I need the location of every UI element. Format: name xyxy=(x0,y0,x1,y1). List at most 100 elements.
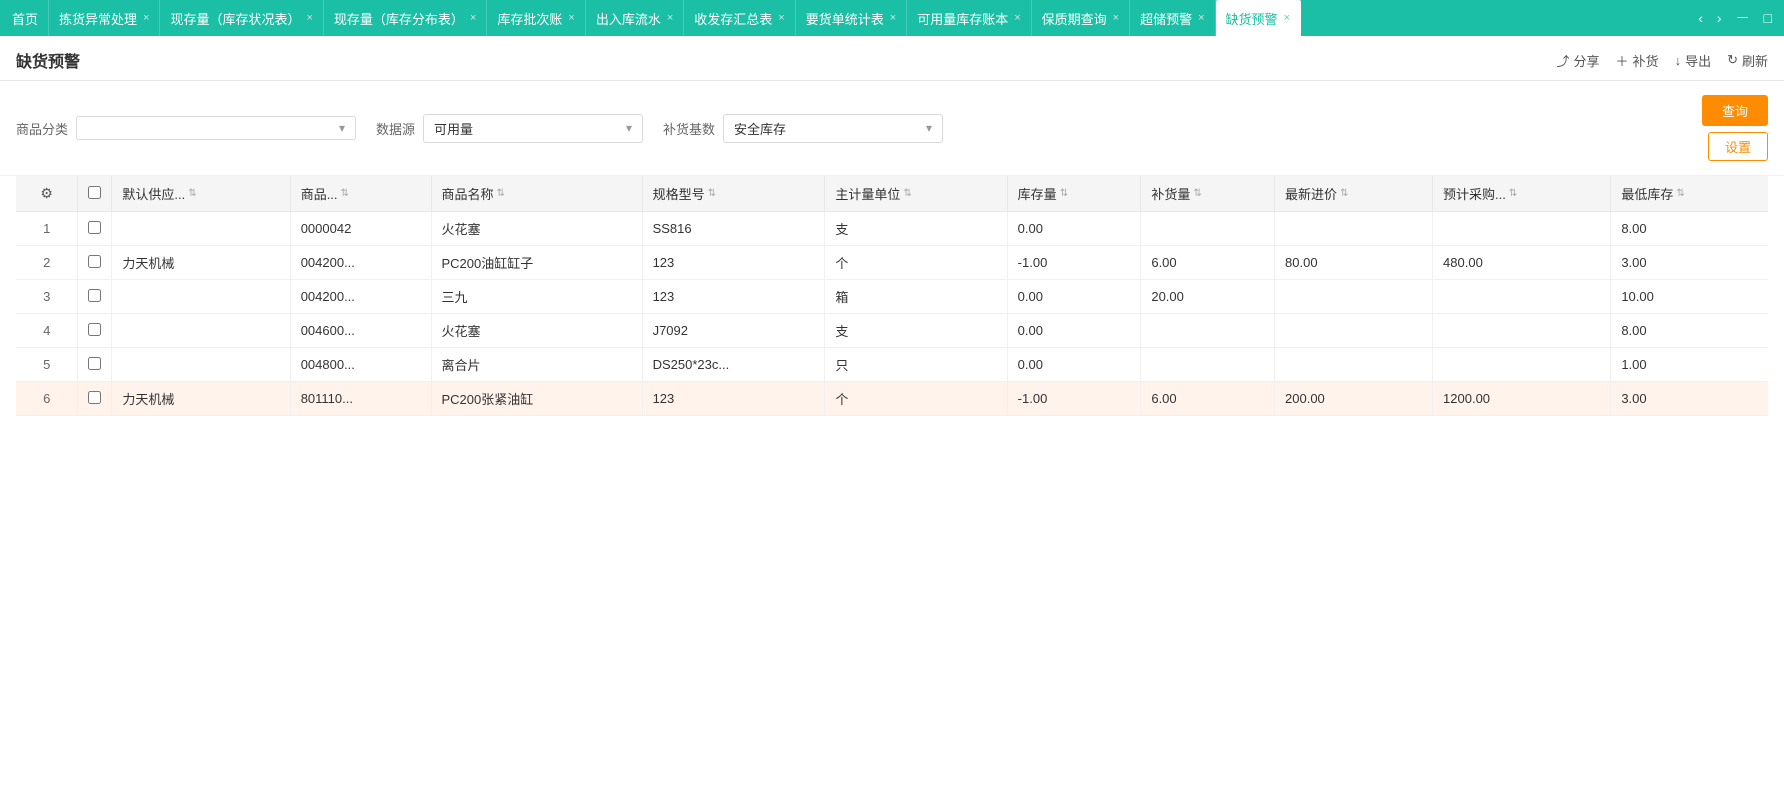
export-button[interactable]: ↓ 导出 xyxy=(1675,51,1712,70)
close-tab-available[interactable]: × xyxy=(1014,12,1020,24)
category-select[interactable]: ▾ xyxy=(76,116,356,140)
close-tab-inventory-dist[interactable]: × xyxy=(470,12,476,24)
tab-next-btn[interactable]: › xyxy=(1711,8,1728,28)
share-button[interactable]: ⤴ 分享 xyxy=(1557,51,1600,70)
settings-button[interactable]: 设置 xyxy=(1708,132,1768,161)
tab-shortage[interactable]: 缺货预警 × xyxy=(1216,0,1301,36)
th-code[interactable]: 商品... ⇅ xyxy=(290,176,431,212)
row-replenish-4 xyxy=(1141,314,1275,348)
th-supplier[interactable]: 默认供应... ⇅ xyxy=(112,176,290,212)
table-row: 6 力天机械 801110... PC200张紧油缸 123 个 -1.00 6… xyxy=(16,382,1768,416)
table-row: 3 004200... 三九 123 箱 0.00 20.00 10.00 xyxy=(16,280,1768,314)
tab-minimize-btn[interactable]: － xyxy=(1730,6,1756,30)
tab-flow[interactable]: 出入库流水 × xyxy=(586,0,684,36)
row-checkbox-cell-2[interactable] xyxy=(78,246,112,280)
row-num-4: 4 xyxy=(16,314,78,348)
tab-inventory-dist[interactable]: 现存量（库存分布表） × xyxy=(324,0,487,36)
tab-summary[interactable]: 收发存汇总表 × xyxy=(684,0,795,36)
query-button[interactable]: 查询 xyxy=(1702,95,1768,126)
row-checkbox-5[interactable] xyxy=(88,357,101,370)
row-spec-5: DS250*23c... xyxy=(642,348,825,382)
row-name-4: 火花塞 xyxy=(431,314,642,348)
replenish-button[interactable]: ＋ 补货 xyxy=(1616,51,1659,70)
replenish-icon: ＋ xyxy=(1616,51,1629,70)
row-checkbox-4[interactable] xyxy=(88,323,101,336)
tab-prev-btn[interactable]: ‹ xyxy=(1692,8,1709,28)
th-replenish[interactable]: 补货量 ⇅ xyxy=(1141,176,1275,212)
row-code-5: 004800... xyxy=(290,348,431,382)
row-min-stock-4: 8.00 xyxy=(1611,314,1768,348)
tab-picking[interactable]: 拣货异常处理 × xyxy=(49,0,160,36)
close-tab-order-stats[interactable]: × xyxy=(890,12,896,24)
close-tab-picking[interactable]: × xyxy=(143,12,149,24)
row-name-5: 离合片 xyxy=(431,348,642,382)
close-tab-shortage[interactable]: × xyxy=(1284,12,1290,24)
replenish-base-select[interactable]: 安全库存 ▾ xyxy=(723,114,943,143)
filter-btn-area: 查询 设置 xyxy=(1702,95,1768,161)
row-replenish-2: 6.00 xyxy=(1141,246,1275,280)
tab-batch[interactable]: 库存批次账 × xyxy=(487,0,585,36)
th-stock[interactable]: 库存量 ⇅ xyxy=(1007,176,1141,212)
close-tab-batch[interactable]: × xyxy=(568,12,574,24)
th-unit[interactable]: 主计量单位 ⇅ xyxy=(825,176,1007,212)
row-checkbox-3[interactable] xyxy=(88,289,101,302)
row-num-6: 6 xyxy=(16,382,78,416)
th-settings[interactable]: ⚙ xyxy=(16,176,78,212)
unit-sort-icon: ⇅ xyxy=(903,188,911,199)
tab-maximize-btn[interactable]: □ xyxy=(1758,8,1778,28)
close-tab-overstock[interactable]: × xyxy=(1198,12,1204,24)
category-arrow-icon: ▾ xyxy=(339,121,345,135)
row-checkbox-2[interactable] xyxy=(88,255,101,268)
tab-inventory-status[interactable]: 现存量（库存状况表） × xyxy=(160,0,323,36)
header-actions: ⤴ 分享 ＋ 补货 ↓ 导出 ↻ 刷新 xyxy=(1557,51,1769,70)
row-estimated-purchase-5 xyxy=(1433,348,1611,382)
category-filter-group: 商品分类 ▾ xyxy=(16,116,356,140)
row-estimated-purchase-6: 1200.00 xyxy=(1433,382,1611,416)
row-checkbox-6[interactable] xyxy=(88,391,101,404)
close-tab-flow[interactable]: × xyxy=(667,12,673,24)
row-checkbox-1[interactable] xyxy=(88,221,101,234)
row-stock-1: 0.00 xyxy=(1007,212,1141,246)
row-checkbox-cell-1[interactable] xyxy=(78,212,112,246)
replenish-base-value: 安全库存 xyxy=(734,119,786,138)
row-latest-price-2: 80.00 xyxy=(1275,246,1433,280)
datasource-value: 可用量 xyxy=(434,119,473,138)
th-name[interactable]: 商品名称 ⇅ xyxy=(431,176,642,212)
row-replenish-6: 6.00 xyxy=(1141,382,1275,416)
tab-home[interactable]: 首页 xyxy=(2,0,49,36)
table-gear-icon[interactable]: ⚙ xyxy=(40,185,53,201)
close-tab-summary[interactable]: × xyxy=(778,12,784,24)
th-latest-price[interactable]: 最新进价 ⇅ xyxy=(1275,176,1433,212)
spec-sort-icon: ⇅ xyxy=(708,188,716,199)
table-row: 4 004600... 火花塞 J7092 支 0.00 8.00 xyxy=(16,314,1768,348)
tab-nav-controls: ‹ › － □ xyxy=(1692,6,1782,30)
tab-order-stats[interactable]: 要货单统计表 × xyxy=(796,0,907,36)
row-latest-price-3 xyxy=(1275,280,1433,314)
th-min-stock[interactable]: 最低库存 ⇅ xyxy=(1611,176,1768,212)
row-name-3: 三九 xyxy=(431,280,642,314)
tab-available[interactable]: 可用量库存账本 × xyxy=(907,0,1031,36)
row-stock-6: -1.00 xyxy=(1007,382,1141,416)
close-tab-inventory-status[interactable]: × xyxy=(306,12,312,24)
select-all-checkbox[interactable] xyxy=(88,186,101,199)
datasource-arrow-icon: ▾ xyxy=(626,121,632,135)
th-estimated-purchase[interactable]: 预计采购... ⇅ xyxy=(1433,176,1611,212)
close-tab-expiry[interactable]: × xyxy=(1113,12,1119,24)
th-spec[interactable]: 规格型号 ⇅ xyxy=(642,176,825,212)
row-checkbox-cell-5[interactable] xyxy=(78,348,112,382)
row-checkbox-cell-4[interactable] xyxy=(78,314,112,348)
page-title: 缺货预警 xyxy=(16,48,1557,72)
tab-overstock[interactable]: 超储预警 × xyxy=(1130,0,1215,36)
th-checkbox xyxy=(78,176,112,212)
row-min-stock-2: 3.00 xyxy=(1611,246,1768,280)
row-checkbox-cell-3[interactable] xyxy=(78,280,112,314)
tab-expiry[interactable]: 保质期查询 × xyxy=(1032,0,1130,36)
datasource-select[interactable]: 可用量 ▾ xyxy=(423,114,643,143)
row-checkbox-cell-6[interactable] xyxy=(78,382,112,416)
table-row: 2 力天机械 004200... PC200油缸缸子 123 个 -1.00 6… xyxy=(16,246,1768,280)
refresh-button[interactable]: ↻ 刷新 xyxy=(1727,51,1768,70)
row-num-2: 2 xyxy=(16,246,78,280)
row-unit-5: 只 xyxy=(825,348,1007,382)
row-min-stock-1: 8.00 xyxy=(1611,212,1768,246)
row-name-6: PC200张紧油缸 xyxy=(431,382,642,416)
